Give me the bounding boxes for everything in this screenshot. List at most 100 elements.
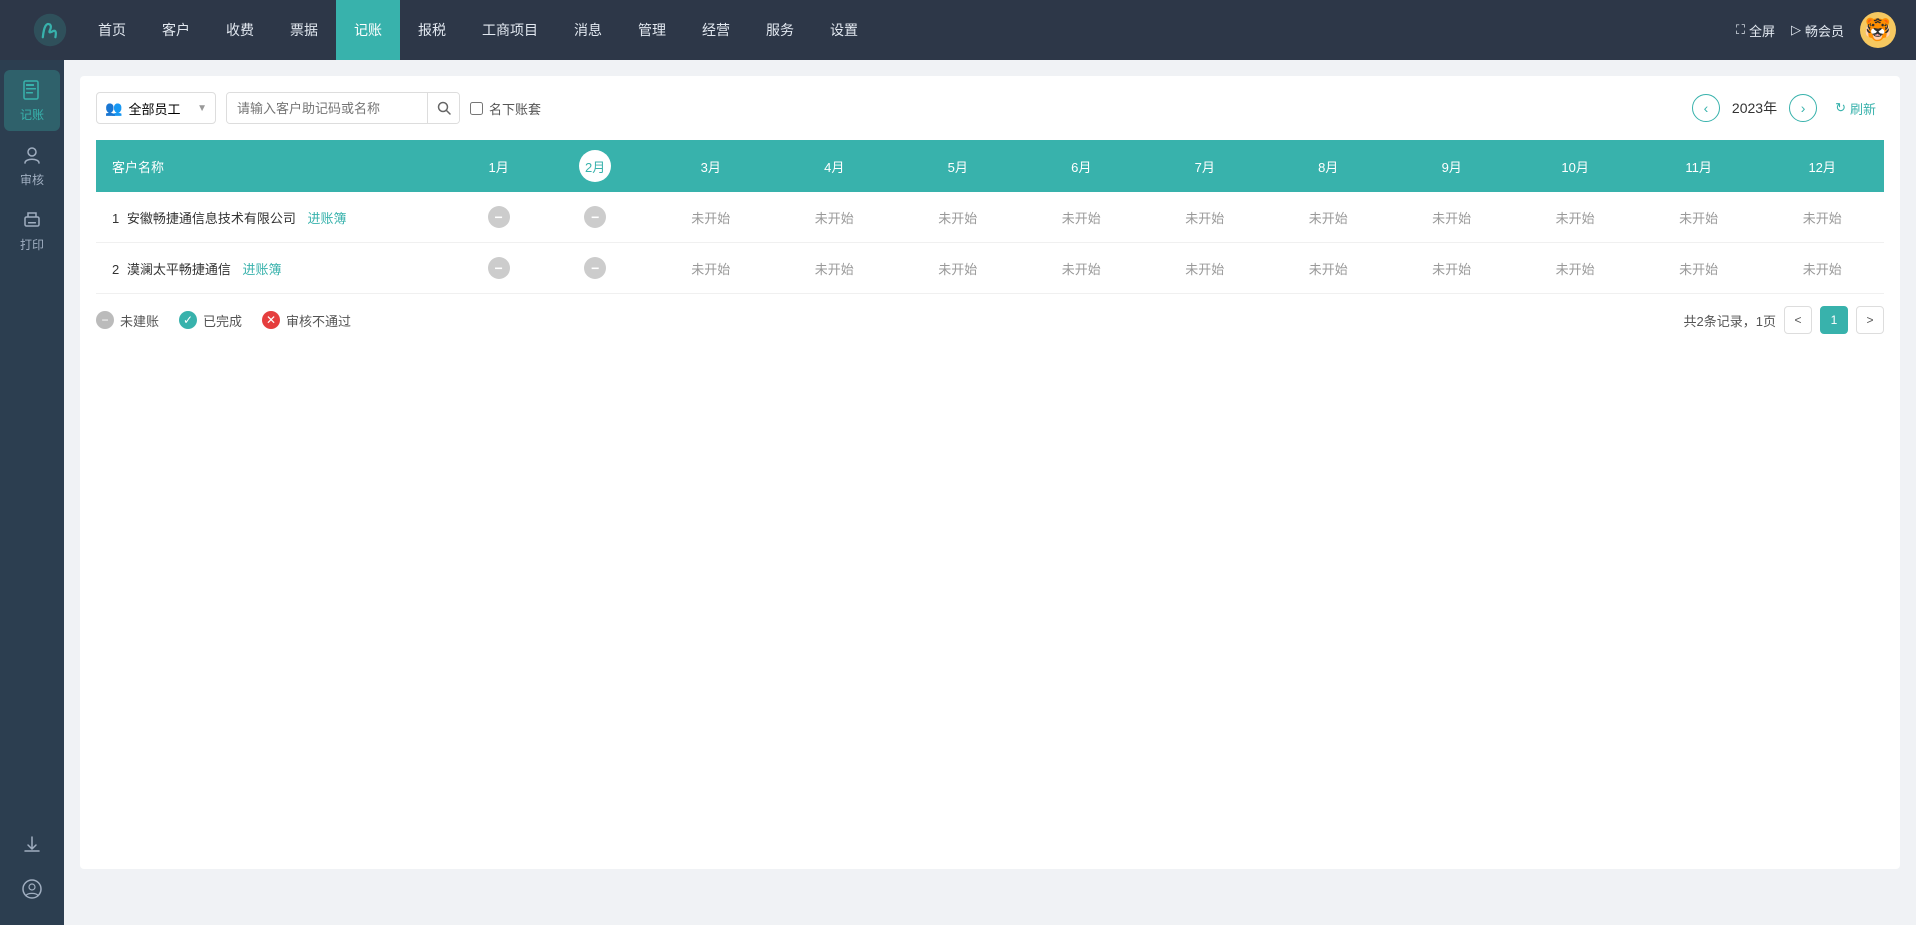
status-dot: − (488, 206, 510, 228)
header-month-12: 12月 (1760, 140, 1884, 192)
next-year-button[interactable]: › (1789, 94, 1817, 122)
prev-year-button[interactable]: ‹ (1692, 94, 1720, 122)
sidebar-item-download[interactable] (4, 825, 60, 865)
header-month-7: 7月 (1143, 140, 1266, 192)
bookkeeping-table: 客户名称 1月 2月 3月 4月 5月 6月 7月 8月 9月 10月 11月 (96, 140, 1884, 294)
download-icon (20, 833, 44, 857)
month-4-cell: 未开始 (773, 192, 896, 243)
nav-settings[interactable]: 设置 (812, 0, 876, 60)
year-nav: ‹ 2023年 › (1692, 94, 1817, 122)
header-month-10: 10月 (1513, 140, 1636, 192)
nav-invoice[interactable]: 票据 (272, 0, 336, 60)
month-9-cell: 未开始 (1390, 192, 1513, 243)
not-started-dot: − (96, 311, 114, 329)
nav-service[interactable]: 服务 (748, 0, 812, 60)
nav-right: ⛶ 全屏 ▷ 畅会员 🐯 (1736, 12, 1896, 48)
sidebar-item-print[interactable]: 打印 (4, 200, 60, 261)
header-month-5: 5月 (896, 140, 1019, 192)
search-input[interactable] (227, 93, 427, 123)
month-1-cell: − (456, 243, 541, 294)
status-dot: − (584, 206, 606, 228)
customer-name: 安徽畅捷通信息技术有限公司 (127, 211, 296, 226)
enter-ledger-link[interactable]: 进账簿 (308, 211, 347, 226)
account-filter-checkbox[interactable]: 名下账套 (470, 99, 541, 118)
month-7-cell: 未开始 (1143, 243, 1266, 294)
month-8-cell: 未开始 (1266, 243, 1389, 294)
nav-tax[interactable]: 报税 (400, 0, 464, 60)
month-6-cell: 未开始 (1019, 192, 1142, 243)
nav-collection[interactable]: 收费 (208, 0, 272, 60)
header-month-11: 11月 (1637, 140, 1760, 192)
header-month-1: 1月 (456, 140, 541, 192)
month-10-cell: 未开始 (1513, 243, 1636, 294)
nav-manage[interactable]: 管理 (620, 0, 684, 60)
month-6-cell: 未开始 (1019, 243, 1142, 294)
legend-completed: ✓ 已完成 (179, 311, 242, 330)
month-2-cell: − (541, 243, 649, 294)
header-month-6: 6月 (1019, 140, 1142, 192)
legend: − 未建账 ✓ 已完成 ✕ 审核不通过 (96, 311, 351, 330)
table-row: 1 安徽畅捷通信息技术有限公司 进账簿−−未开始未开始未开始未开始未开始未开始未… (96, 192, 1884, 243)
header-month-2: 2月 (541, 140, 649, 192)
header-month-3: 3月 (649, 140, 772, 192)
current-page-button[interactable]: 1 (1820, 306, 1848, 334)
prev-page-button[interactable]: < (1784, 306, 1812, 334)
bookkeeping-icon (20, 78, 44, 102)
customer-name-cell: 2 漠澜太平畅捷通信 进账簿 (96, 243, 456, 294)
year-display: 2023年 (1732, 98, 1777, 118)
chevron-down-icon: ▼ (197, 103, 207, 114)
print-icon (20, 208, 44, 232)
table-body: 1 安徽畅捷通信息技术有限公司 进账簿−−未开始未开始未开始未开始未开始未开始未… (96, 192, 1884, 294)
next-page-button[interactable]: > (1856, 306, 1884, 334)
month-8-cell: 未开始 (1266, 192, 1389, 243)
header-customer-name: 客户名称 (96, 140, 456, 192)
failed-label: 审核不通过 (286, 311, 351, 330)
content-card: 👥 全部员工 ▼ 名下账套 (80, 76, 1900, 869)
month-12-cell: 未开始 (1760, 192, 1884, 243)
row-index: 2 (112, 262, 119, 277)
enter-ledger-link[interactable]: 进账簿 (243, 262, 282, 277)
month-3-cell: 未开始 (649, 192, 772, 243)
sidebar-bottom (4, 825, 60, 925)
month-5-cell: 未开始 (896, 192, 1019, 243)
customer-name-cell: 1 安徽畅捷通信息技术有限公司 进账簿 (96, 192, 456, 243)
failed-dot: ✕ (262, 311, 280, 329)
avatar[interactable]: 🐯 (1860, 12, 1896, 48)
table-header: 客户名称 1月 2月 3月 4月 5月 6月 7月 8月 9月 10月 11月 (96, 140, 1884, 192)
search-button[interactable] (427, 92, 459, 124)
month-7-cell: 未开始 (1143, 192, 1266, 243)
refresh-button[interactable]: ↻ 刷新 (1827, 95, 1884, 122)
vip-button[interactable]: ▷ 畅会员 (1791, 21, 1844, 40)
not-started-label: 未建账 (120, 311, 159, 330)
audit-icon (20, 143, 44, 167)
account-checkbox[interactable] (470, 102, 483, 115)
nav-bookkeeping[interactable]: 记账 (336, 0, 400, 60)
month-3-cell: 未开始 (649, 243, 772, 294)
month-9-cell: 未开始 (1390, 243, 1513, 294)
total-info: 共2条记录，1页 (1684, 311, 1776, 330)
sidebar-item-audit[interactable]: 审核 (4, 135, 60, 196)
nav-items: 首页 客户 收费 票据 记账 报税 工商项目 消息 管理 经营 服务 设置 (80, 0, 1736, 60)
table-row: 2 漠澜太平畅捷通信 进账簿−−未开始未开始未开始未开始未开始未开始未开始未开始… (96, 243, 1884, 294)
footer-bar: − 未建账 ✓ 已完成 ✕ 审核不通过 共2条记录，1页 < 1 (96, 294, 1884, 334)
fullscreen-button[interactable]: ⛶ 全屏 (1736, 21, 1775, 40)
employee-select[interactable]: 👥 全部员工 ▼ (96, 92, 216, 124)
month-11-cell: 未开始 (1637, 243, 1760, 294)
sidebar-item-bookkeeping[interactable]: 记账 (4, 70, 60, 131)
nav-business[interactable]: 工商项目 (464, 0, 556, 60)
nav-customer[interactable]: 客户 (144, 0, 208, 60)
nav-message[interactable]: 消息 (556, 0, 620, 60)
sidebar-item-user[interactable] (4, 869, 60, 909)
sidebar: 记账 审核 打印 (0, 60, 64, 925)
legend-not-started: − 未建账 (96, 311, 159, 330)
vip-icon: ▷ (1791, 22, 1801, 38)
completed-dot: ✓ (179, 311, 197, 329)
nav-operation[interactable]: 经营 (684, 0, 748, 60)
month-5-cell: 未开始 (896, 243, 1019, 294)
fullscreen-icon: ⛶ (1736, 22, 1745, 38)
main-layout: 记账 审核 打印 (0, 60, 1916, 925)
nav-home[interactable]: 首页 (80, 0, 144, 60)
header-month-8: 8月 (1266, 140, 1389, 192)
refresh-icon: ↻ (1835, 100, 1846, 116)
top-navigation: 首页 客户 收费 票据 记账 报税 工商项目 消息 管理 经营 服务 设置 ⛶ … (0, 0, 1916, 60)
